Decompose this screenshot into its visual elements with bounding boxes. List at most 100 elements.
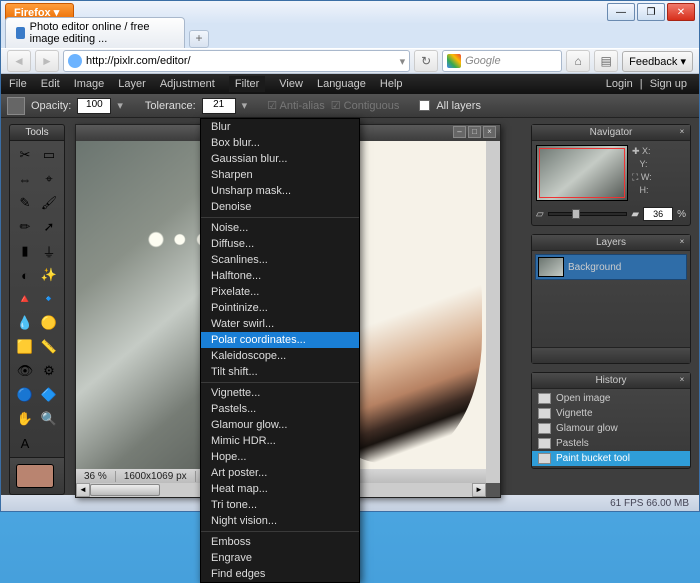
scroll-left-button[interactable]: ◄	[76, 483, 90, 497]
tool-button[interactable]: ◐	[15, 265, 35, 285]
tool-preset-icon[interactable]	[7, 97, 25, 115]
close-button[interactable]: ✕	[667, 3, 695, 21]
tool-button[interactable]: 🔹	[39, 289, 59, 309]
menu-layer[interactable]: Layer	[118, 78, 146, 90]
home-button[interactable]: ⌂	[566, 50, 590, 72]
tool-button[interactable]: 🔷	[39, 385, 59, 405]
all-layers-check[interactable]	[419, 100, 430, 111]
minimize-button[interactable]: —	[607, 3, 635, 21]
tool-button[interactable]: 🟨	[15, 337, 35, 357]
zoom-slider[interactable]	[548, 212, 628, 216]
bookmarks-button[interactable]: ▤	[594, 50, 618, 72]
filter-menu-item[interactable]: Tilt shift...	[201, 364, 359, 380]
history-item[interactable]: Paint bucket tool	[532, 451, 690, 466]
tool-button[interactable]: ✏	[15, 217, 35, 237]
filter-menu-item[interactable]: Art poster...	[201, 465, 359, 481]
filter-menu-item[interactable]: Noise...	[201, 220, 359, 236]
tool-button[interactable]: 🟡	[39, 313, 59, 333]
tool-button[interactable]: A	[15, 433, 35, 453]
tool-button[interactable]: ⇔	[15, 169, 35, 189]
tool-button[interactable]: ✨	[39, 265, 59, 285]
filter-menu-item[interactable]: Halftone...	[201, 268, 359, 284]
antialias-check[interactable]: ☑ Anti-alias	[267, 99, 325, 112]
tool-button[interactable]: 📏	[39, 337, 59, 357]
signup-link[interactable]: Sign up	[650, 78, 687, 90]
dropdown-icon[interactable]: ▾	[400, 55, 406, 68]
menu-filter[interactable]: Filter	[229, 76, 265, 92]
layers-toolbar[interactable]	[532, 347, 690, 363]
filter-menu-item[interactable]: Unsharp mask...	[201, 183, 359, 199]
close-icon[interactable]: ×	[677, 127, 687, 137]
search-box[interactable]: Google	[442, 50, 562, 72]
tool-button[interactable]: 🔵	[15, 385, 35, 405]
history-item[interactable]: Pastels	[532, 436, 690, 451]
vertical-scrollbar[interactable]	[486, 141, 500, 483]
tool-button[interactable]: ➚	[39, 217, 59, 237]
history-item[interactable]: Glamour glow	[532, 421, 690, 436]
tool-button[interactable]: 👁	[15, 361, 35, 381]
tool-button[interactable]: ⏚	[39, 241, 59, 261]
filter-menu-item[interactable]: Emboss	[201, 534, 359, 550]
filter-menu-item[interactable]: Heat map...	[201, 481, 359, 497]
menu-edit[interactable]: Edit	[41, 78, 60, 90]
scroll-right-button[interactable]: ►	[472, 483, 486, 497]
opacity-input[interactable]: 100	[77, 98, 111, 114]
filter-menu-item[interactable]: Water swirl...	[201, 316, 359, 332]
menu-image[interactable]: Image	[74, 78, 105, 90]
filter-menu-item[interactable]: Find edges	[201, 566, 359, 582]
tolerance-input[interactable]: 21	[202, 98, 236, 114]
history-item[interactable]: Open image	[532, 391, 690, 406]
foreground-color-swatch[interactable]	[16, 464, 54, 488]
zoom-in-icon[interactable]: ▰	[631, 209, 639, 220]
tool-button[interactable]: ⚙	[39, 361, 59, 381]
tool-button[interactable]: 🔍	[39, 409, 59, 429]
tool-button[interactable]: ✎	[15, 193, 35, 213]
tool-button[interactable]: ✂	[15, 145, 35, 165]
filter-menu-item[interactable]: Scanlines...	[201, 252, 359, 268]
tool-button[interactable]: ⌖	[39, 169, 59, 189]
layer-row[interactable]: Background	[535, 254, 687, 280]
tool-button[interactable]: ▮	[15, 241, 35, 261]
tool-button[interactable]	[39, 433, 59, 453]
login-link[interactable]: Login	[606, 78, 633, 90]
filter-menu-item[interactable]: Tri tone...	[201, 497, 359, 513]
filter-menu-item[interactable]: Pointinize...	[201, 300, 359, 316]
filter-menu-item[interactable]: Diffuse...	[201, 236, 359, 252]
filter-menu-item[interactable]: Glamour glow...	[201, 417, 359, 433]
close-icon[interactable]: ×	[677, 375, 687, 385]
filter-menu-item[interactable]: Kaleidoscope...	[201, 348, 359, 364]
tool-button[interactable]: ✋	[15, 409, 35, 429]
menu-language[interactable]: Language	[317, 78, 366, 90]
filter-menu-dropdown[interactable]: BlurBox blur...Gaussian blur...SharpenUn…	[200, 118, 360, 583]
doc-close-button[interactable]: ×	[483, 126, 496, 138]
tool-button[interactable]: 🔺	[15, 289, 35, 309]
filter-menu-item[interactable]: Hope...	[201, 449, 359, 465]
menu-view[interactable]: View	[279, 78, 303, 90]
filter-menu-item[interactable]: Vignette...	[201, 385, 359, 401]
filter-menu-item[interactable]: Pixelate...	[201, 284, 359, 300]
filter-menu-item[interactable]: Polar coordinates...	[201, 332, 359, 348]
zoom-out-icon[interactable]: ▱	[536, 209, 544, 220]
menu-file[interactable]: File	[9, 78, 27, 90]
scroll-thumb[interactable]	[90, 484, 160, 496]
filter-menu-item[interactable]: Mimic HDR...	[201, 433, 359, 449]
feedback-button[interactable]: Feedback ▾	[622, 51, 693, 72]
close-icon[interactable]: ×	[677, 237, 687, 247]
reload-button[interactable]: ↻	[414, 50, 438, 72]
filter-menu-item[interactable]: Pastels...	[201, 401, 359, 417]
forward-button[interactable]: ►	[35, 50, 59, 72]
menu-adjustment[interactable]: Adjustment	[160, 78, 215, 90]
filter-menu-item[interactable]: Blur	[201, 119, 359, 135]
filter-menu-item[interactable]: Denoise	[201, 199, 359, 215]
tool-button[interactable]: 🖌	[39, 193, 59, 213]
filter-menu-item[interactable]: Sharpen	[201, 167, 359, 183]
doc-min-button[interactable]: –	[453, 126, 466, 138]
tool-button[interactable]: 💧	[15, 313, 35, 333]
maximize-button[interactable]: ❐	[637, 3, 665, 21]
filter-menu-item[interactable]: Engrave	[201, 550, 359, 566]
tool-button[interactable]: ▭	[39, 145, 59, 165]
back-button[interactable]: ◄	[7, 50, 31, 72]
filter-menu-item[interactable]: Night vision...	[201, 513, 359, 529]
filter-menu-item[interactable]: Box blur...	[201, 135, 359, 151]
doc-max-button[interactable]: □	[468, 126, 481, 138]
